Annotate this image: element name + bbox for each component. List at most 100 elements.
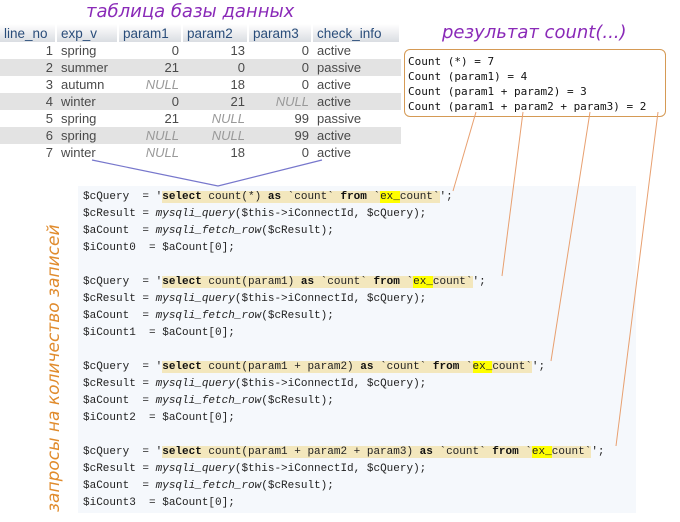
- table-cell-line-no: 4: [0, 93, 57, 110]
- mysqli-query-args: ($this->iConnectId, $cQuery);: [234, 293, 427, 305]
- table-cell-exp-v: spring: [57, 42, 119, 59]
- sql-from-keyword: from: [373, 276, 400, 288]
- result-var: $cResult =: [83, 293, 156, 305]
- table-row: 6 spring NULL NULL 99 active: [0, 127, 401, 144]
- sql-alias: `count`: [314, 276, 374, 288]
- table-cell-exp-v: winter: [57, 144, 119, 161]
- query-line: $cQuery = 'select count(*) as `count` fr…: [83, 189, 453, 206]
- table-cell-check-info: passive: [313, 59, 401, 76]
- fetch-var: $aCount =: [83, 310, 156, 322]
- fetch-line: $aCount = mysqli_fetch_row($cResult);: [83, 308, 486, 325]
- mysqli-fetch-row-fn: mysqli_fetch_row: [155, 310, 262, 322]
- table-row: 1 spring 0 13 0 active: [0, 42, 401, 59]
- table-cell-param1: 21: [119, 59, 183, 76]
- result-line-count-all: Count (*) = 7: [408, 55, 495, 68]
- queries-label: запросы на количество записей: [44, 224, 64, 512]
- mysqli-query-args: ($this->iConnectId, $cQuery);: [234, 208, 427, 220]
- table-cell-line-no: 1: [0, 42, 57, 59]
- sql-string: select count(param1 + param2 + param3) a…: [162, 446, 592, 458]
- table-header-row: line_no exp_v param1 param2 param3 check…: [0, 24, 401, 42]
- sql-from-keyword: from: [340, 191, 367, 203]
- code-block-query-0: $cQuery = 'select count(*) as `count` fr…: [83, 189, 453, 257]
- fetch-line: $aCount = mysqli_fetch_row($cResult);: [83, 393, 545, 410]
- table-cell-param3: 0: [249, 76, 313, 93]
- count-assign-line: $iCount2 = $aCount[0];: [83, 412, 235, 424]
- query-line: $cQuery = 'select count(param1) as `coun…: [83, 274, 486, 291]
- column-header-param1: param1: [119, 24, 183, 42]
- sql-select-keyword: select: [162, 191, 202, 203]
- sql-select-keyword: select: [162, 446, 202, 458]
- sql-alias: `count`: [281, 191, 341, 203]
- sql-table-highlight: ex_: [380, 191, 400, 203]
- sql-alias: `count`: [432, 446, 493, 458]
- mysqli-query-fn: mysqli_query: [155, 463, 235, 475]
- table-row: 7 winter NULL 18 0 active: [0, 144, 401, 161]
- query-var: $cQuery = ': [83, 276, 163, 288]
- query-suffix: ';: [472, 276, 486, 288]
- query-suffix: ';: [439, 191, 453, 203]
- fetch-line: $aCount = mysqli_fetch_row($cResult);: [83, 478, 605, 495]
- code-block-query-3: $cQuery = 'select count(param1 + param2 …: [83, 444, 605, 512]
- code-block-query-2: $cQuery = 'select count(param1 + param2)…: [83, 359, 545, 427]
- result-assign-line: $cResult = mysqli_query($this->iConnectI…: [83, 291, 486, 308]
- table-cell-exp-v: spring: [57, 127, 119, 144]
- table-cell-exp-v: winter: [57, 93, 119, 110]
- sql-table-highlight: ex_: [531, 446, 552, 458]
- table-cell-param1: NULL: [119, 127, 183, 144]
- table-cell-check-info: active: [313, 144, 401, 161]
- table-cell-line-no: 5: [0, 110, 57, 127]
- sql-table-name: count`: [432, 276, 473, 288]
- table-row: 5 spring 21 NULL 99 passive: [0, 110, 401, 127]
- sql-table-name: count`: [492, 361, 532, 373]
- sql-count-expression: count(param1 + param2 + param3): [201, 446, 420, 458]
- table-cell-param2: NULL: [183, 110, 249, 127]
- table-cell-line-no: 7: [0, 144, 57, 161]
- fetch-args: ($cResult);: [261, 225, 334, 237]
- table-cell-param3: NULL: [249, 93, 313, 110]
- table-cell-param2: 21: [183, 93, 249, 110]
- sql-table-highlight: ex_: [413, 276, 433, 288]
- sql-string: select count(*) as `count` from `ex_coun…: [162, 191, 440, 203]
- table-to-code-connector: [91, 159, 323, 187]
- sql-table-highlight: ex_: [472, 361, 493, 373]
- table-cell-param2: 18: [183, 144, 249, 161]
- table-cell-check-info: active: [313, 93, 401, 110]
- sql-count-expression: count(param1): [201, 276, 301, 288]
- table-cell-param3: 0: [249, 144, 313, 161]
- fetch-var: $aCount =: [83, 480, 156, 492]
- sql-string: select count(param1 + param2) as `count`…: [162, 361, 532, 373]
- table-row: 2 summer 21 0 0 passive: [0, 59, 401, 76]
- sql-table-open: `: [518, 446, 532, 458]
- fetch-args: ($cResult);: [261, 480, 334, 492]
- query-suffix: ';: [591, 446, 605, 458]
- table-row: 4 winter 0 21 NULL active: [0, 93, 401, 110]
- mysqli-query-fn: mysqli_query: [155, 208, 235, 220]
- count-assign-line: $iCount3 = $aCount[0];: [83, 497, 235, 509]
- result-line-count-param1-param2-param3: Count (param1 + param2 + param3) = 2: [408, 100, 647, 113]
- column-header-param2: param2: [183, 24, 249, 42]
- result-var: $cResult =: [83, 208, 156, 220]
- table-cell-param1: NULL: [119, 76, 183, 93]
- sql-string: select count(param1) as `count` from `ex…: [162, 276, 473, 288]
- column-header-param3: param3: [249, 24, 313, 42]
- sql-alias: `count`: [373, 361, 433, 373]
- fetch-var: $aCount =: [83, 225, 156, 237]
- fetch-line: $aCount = mysqli_fetch_row($cResult);: [83, 223, 453, 240]
- mysqli-fetch-row-fn: mysqli_fetch_row: [155, 395, 262, 407]
- result-assign-line: $cResult = mysqli_query($this->iConnectI…: [83, 461, 605, 478]
- table-cell-param3: 0: [249, 59, 313, 76]
- table-cell-check-info: active: [313, 76, 401, 93]
- mysqli-query-args: ($this->iConnectId, $cQuery);: [234, 463, 427, 475]
- mysqli-query-fn: mysqli_query: [155, 378, 235, 390]
- result-line-count-param1-param2: Count (param1 + param2) = 3: [408, 85, 587, 98]
- column-header-line-no: line_no: [0, 24, 57, 42]
- table-cell-line-no: 6: [0, 127, 57, 144]
- table-cell-param2: NULL: [183, 127, 249, 144]
- sql-as-keyword: as: [419, 446, 433, 458]
- query-line: $cQuery = 'select count(param1 + param2)…: [83, 359, 545, 376]
- sql-as-keyword: as: [300, 276, 315, 288]
- count-assign-line: $iCount0 = $aCount[0];: [83, 242, 235, 254]
- sql-select-keyword: select: [162, 361, 202, 373]
- query-var: $cQuery = ': [83, 191, 163, 203]
- table-row: 3 autumn NULL 18 0 active: [0, 76, 401, 93]
